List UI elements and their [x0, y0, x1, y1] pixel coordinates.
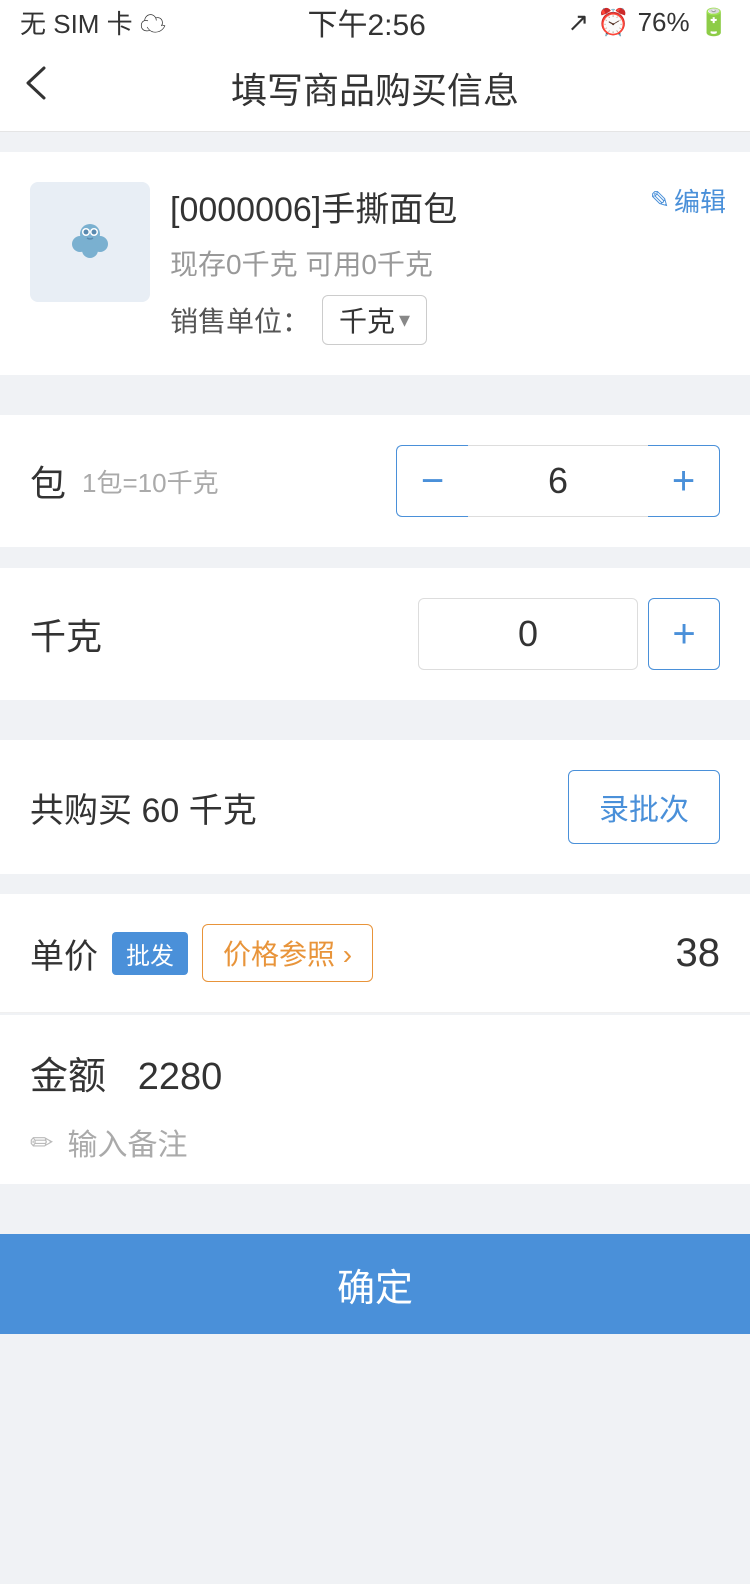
divider-4	[0, 874, 750, 894]
product-unit: 销售单位： 千克 ▾	[170, 295, 720, 345]
total-section: 共购买 60 千克 录批次	[0, 740, 750, 874]
kg-text: 千克	[30, 608, 102, 660]
price-label-text: 单价	[30, 929, 98, 978]
kg-row: 千克 +	[30, 568, 720, 700]
price-section: 单价 批发 价格参照 › 38	[0, 894, 750, 1013]
divider-1	[0, 375, 750, 395]
unit-label: 销售单位：	[170, 300, 310, 340]
kg-controls: +	[418, 598, 720, 670]
batch-button[interactable]: 录批次	[568, 770, 720, 844]
edit-icon: ✎	[650, 186, 670, 215]
bao-controls: − +	[396, 445, 720, 517]
spacer	[0, 1184, 750, 1484]
unit-dropdown-icon: ▾	[399, 307, 410, 333]
bao-row: 包 1包=10千克 − +	[30, 415, 720, 547]
product-info: [0000006]手撕面包 现存0千克 可用0千克 销售单位： 千克 ▾	[170, 182, 720, 345]
note-row[interactable]: ✏ 输入备注	[30, 1120, 720, 1164]
total-label: 共购买 60 千克	[30, 783, 257, 832]
amount-value: 2280	[138, 1056, 223, 1098]
note-icon: ✏	[30, 1126, 53, 1159]
amount-label: 金额	[30, 1056, 106, 1098]
note-placeholder: 输入备注	[67, 1120, 187, 1164]
status-time: 下午2:56	[307, 0, 425, 44]
edit-label: 编辑	[674, 182, 726, 219]
bao-decrement-button[interactable]: −	[396, 445, 468, 517]
bao-hint: 1包=10千克	[82, 463, 219, 500]
price-label-group: 单价 批发 价格参照 ›	[30, 924, 373, 982]
kg-section: 千克 +	[0, 568, 750, 700]
status-left: 无 SIM 卡 ☁	[20, 4, 166, 41]
divider-3	[0, 700, 750, 720]
battery-level: 76%	[638, 7, 690, 38]
kg-increment-button[interactable]: +	[648, 598, 720, 670]
product-image	[30, 182, 150, 302]
bao-input[interactable]	[468, 445, 648, 517]
confirm-button[interactable]: 确定	[0, 1234, 750, 1334]
product-stock: 现存0千克 可用0千克	[170, 243, 720, 283]
price-value: 38	[676, 931, 721, 976]
price-ref-button[interactable]: 价格参照 ›	[202, 924, 373, 982]
battery-icon: 🔋	[698, 7, 730, 38]
unit-selector[interactable]: 千克 ▾	[322, 295, 427, 345]
price-tag: 批发	[112, 932, 188, 975]
location-icon: ↗	[567, 7, 589, 38]
bao-label: 包 1包=10千克	[30, 455, 219, 507]
nav-bar: 填写商品购买信息	[0, 44, 750, 132]
divider-2	[0, 547, 750, 548]
page-title: 填写商品购买信息	[231, 62, 519, 114]
product-name: [0000006]手撕面包	[170, 182, 720, 231]
amount-row: 金额 2280	[30, 1045, 720, 1100]
bao-text: 包	[30, 455, 66, 507]
amount-section: 金额 2280 ✏ 输入备注	[0, 1015, 750, 1184]
kg-input[interactable]	[418, 598, 638, 670]
back-button[interactable]	[24, 64, 48, 112]
unit-value: 千克	[339, 300, 395, 340]
status-bar: 无 SIM 卡 ☁ 下午2:56 ↗ ⏰ 76% 🔋	[0, 0, 750, 44]
alarm-icon: ⏰	[597, 7, 629, 38]
bao-increment-button[interactable]: +	[648, 445, 720, 517]
bao-section: 包 1包=10千克 − +	[0, 415, 750, 547]
product-card: [0000006]手撕面包 现存0千克 可用0千克 销售单位： 千克 ▾ ✎ 编…	[0, 152, 750, 375]
sim-status: 无 SIM 卡 ☁	[20, 4, 166, 41]
kg-label: 千克	[30, 608, 102, 660]
edit-button[interactable]: ✎ 编辑	[650, 182, 726, 219]
status-right: ↗ ⏰ 76% 🔋	[567, 7, 730, 38]
